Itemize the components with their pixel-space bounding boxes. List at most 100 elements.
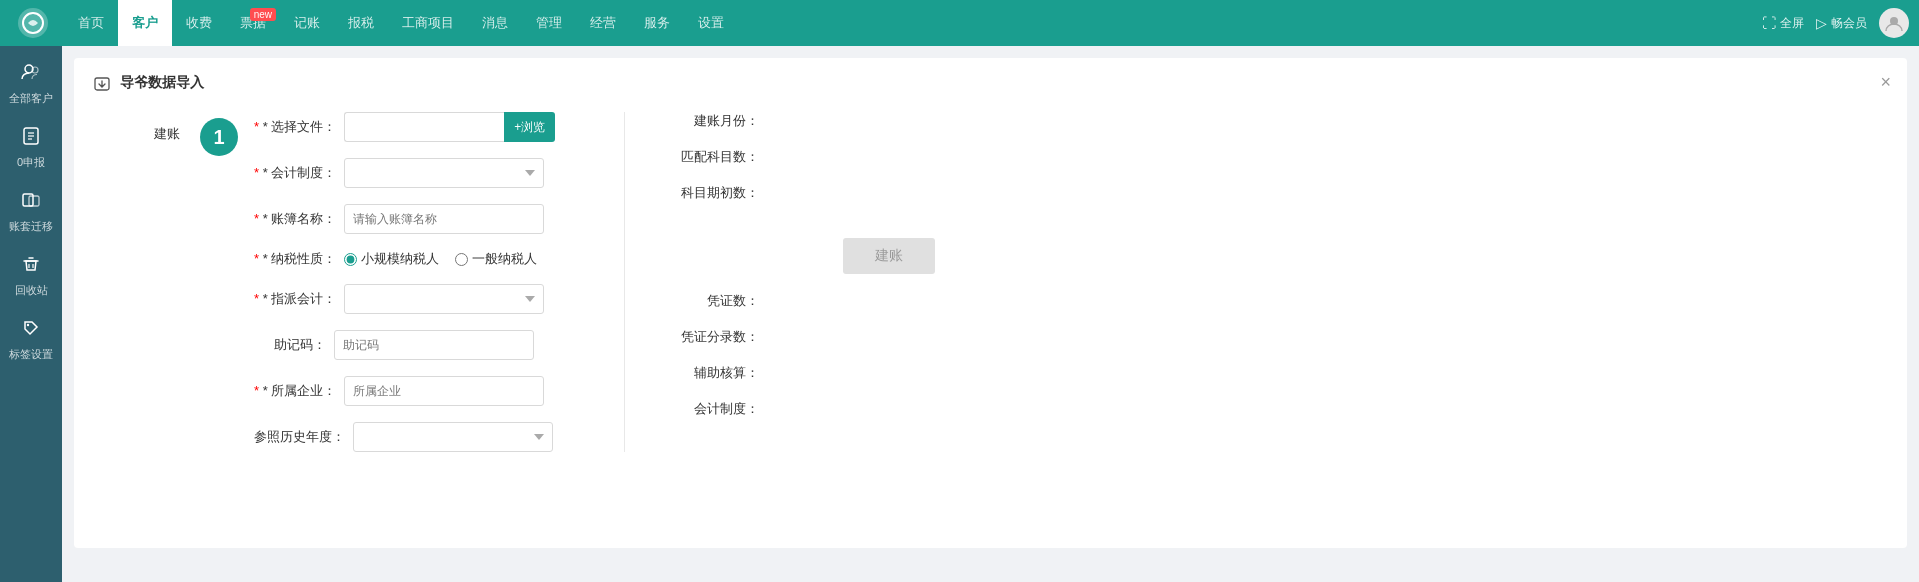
tax-option-small[interactable]: 小规模纳税人 <box>344 250 439 268</box>
memo-code-label: 助记码： <box>254 336 326 354</box>
accounting-system2-label: 会计制度： <box>675 400 759 418</box>
account-migrate-icon <box>21 190 41 215</box>
voucher-records-row: 凭证分录数： <box>675 328 955 346</box>
tax-nature-row: * * 纳税性质： 小规模纳税人 一般纳税人 <box>254 250 574 268</box>
play-icon: ▷ <box>1816 15 1827 31</box>
file-row: * * 选择文件： +浏览 <box>254 112 574 142</box>
form-left: 建账 1 * * 选择文件： +浏览 <box>154 112 574 452</box>
accountant-row: * * 指派会计： <box>254 284 574 314</box>
required-star-company: * <box>254 383 259 398</box>
svg-rect-9 <box>29 196 39 206</box>
memo-code-row: 助记码： <box>254 330 574 360</box>
subject-initial-row: 科目期初数： <box>675 184 955 202</box>
accountant-select[interactable] <box>344 284 544 314</box>
sidebar-label-tag-settings: 标签设置 <box>9 347 53 362</box>
accounting-system-select[interactable] <box>344 158 544 188</box>
form-body: 建账 1 * * 选择文件： +浏览 <box>94 112 1887 452</box>
build-account-button[interactable]: 建账 <box>843 238 935 274</box>
panel-header: 导爷数据导入 <box>94 74 1887 92</box>
sidebar-label-all-clients: 全部客户 <box>9 91 53 106</box>
nav-item-tax[interactable]: 报税 <box>334 0 388 46</box>
tag-settings-icon <box>21 318 41 343</box>
nav-items: 首页 客户 收费 票据 new 记账 报税 工商项目 消息 管理 经营 服务 设… <box>64 0 1762 46</box>
company-input[interactable] <box>344 376 544 406</box>
browse-button[interactable]: +浏览 <box>504 112 555 142</box>
memo-code-input[interactable] <box>334 330 534 360</box>
form-right: 建账月份： 匹配科目数： 科目期初数： 建账 凭证 <box>675 112 955 452</box>
required-star-file: * <box>254 119 259 134</box>
file-input[interactable] <box>344 112 504 142</box>
sidebar: 全部客户 0申报 账套迁移 <box>0 46 62 582</box>
avatar[interactable] <box>1879 8 1909 38</box>
required-star-tax: * <box>254 251 259 266</box>
file-label: * * 选择文件： <box>254 118 336 136</box>
history-year-label: 参照历史年度： <box>254 428 345 446</box>
all-clients-icon <box>21 62 41 87</box>
subject-initial-label: 科目期初数： <box>675 184 759 202</box>
divider <box>624 112 625 452</box>
import-panel: 导爷数据导入 × 建账 1 * * 选择文件： <box>74 58 1907 548</box>
step-label: 建账 <box>154 125 180 143</box>
build-month-label: 建账月份： <box>675 112 759 130</box>
main-layout: 全部客户 0申报 账套迁移 <box>0 46 1919 582</box>
logo-icon <box>18 8 48 38</box>
voucher-count-label: 凭证数： <box>675 292 759 310</box>
history-year-row: 参照历史年度： <box>254 422 574 452</box>
sidebar-item-tag-settings[interactable]: 标签设置 <box>2 310 60 370</box>
nav-item-operation[interactable]: 经营 <box>576 0 630 46</box>
nav-item-fee[interactable]: 收费 <box>172 0 226 46</box>
sidebar-item-account-migrate[interactable]: 账套迁移 <box>2 182 60 242</box>
accounting-system-row: * * 会计制度： <box>254 158 574 188</box>
tax-option-general[interactable]: 一般纳税人 <box>455 250 537 268</box>
step-badge: 1 <box>200 118 238 156</box>
ledger-name-row: * * 账簿名称： <box>254 204 574 234</box>
sidebar-item-recycle[interactable]: 回收站 <box>2 246 60 306</box>
tax-radio-general[interactable] <box>455 253 468 266</box>
sidebar-label-account-migrate: 账套迁移 <box>9 219 53 234</box>
accounting-system2-row: 会计制度： <box>675 400 955 418</box>
required-star-acc2: * <box>254 291 259 306</box>
required-star-ledger: * <box>254 211 259 226</box>
ledger-name-label: * * 账簿名称： <box>254 210 336 228</box>
sidebar-item-all-clients[interactable]: 全部客户 <box>2 54 60 114</box>
nav-item-invoice[interactable]: 票据 new <box>226 0 280 46</box>
panel-title: 导爷数据导入 <box>120 74 204 92</box>
form-fields: * * 选择文件： +浏览 * * 会计 <box>254 112 574 452</box>
nav-item-management[interactable]: 管理 <box>522 0 576 46</box>
match-subject-label: 匹配科目数： <box>675 148 759 166</box>
new-badge: new <box>250 8 276 21</box>
sidebar-label-recycle: 回收站 <box>15 283 48 298</box>
aux-account-row: 辅助核算： <box>675 364 955 382</box>
voucher-count-row: 凭证数： <box>675 292 955 310</box>
zero-declare-icon <box>21 126 41 151</box>
sidebar-label-zero-declare: 0申报 <box>17 155 45 170</box>
ledger-name-input[interactable] <box>344 204 544 234</box>
logo-area[interactable] <box>10 0 56 46</box>
nav-item-message[interactable]: 消息 <box>468 0 522 46</box>
file-input-group: +浏览 <box>344 112 555 142</box>
match-subject-row: 匹配科目数： <box>675 148 955 166</box>
membership-btn[interactable]: ▷ 畅会员 <box>1816 15 1867 32</box>
required-star-acc: * <box>254 165 259 180</box>
accountant-label: * * 指派会计： <box>254 290 336 308</box>
nav-item-home[interactable]: 首页 <box>64 0 118 46</box>
voucher-records-label: 凭证分录数： <box>675 328 759 346</box>
tax-radio-small[interactable] <box>344 253 357 266</box>
build-month-row: 建账月份： <box>675 112 955 130</box>
nav-item-service[interactable]: 服务 <box>630 0 684 46</box>
history-year-select[interactable] <box>353 422 553 452</box>
accounting-system-label: * * 会计制度： <box>254 164 336 182</box>
nav-item-bookkeeping[interactable]: 记账 <box>280 0 334 46</box>
content-area: 导爷数据导入 × 建账 1 * * 选择文件： <box>62 46 1919 582</box>
fullscreen-btn[interactable]: ⛶ 全屏 <box>1762 15 1804 32</box>
nav-item-business[interactable]: 工商项目 <box>388 0 468 46</box>
close-button[interactable]: × <box>1880 72 1891 93</box>
fullscreen-icon: ⛶ <box>1762 15 1776 31</box>
sidebar-item-zero-declare[interactable]: 0申报 <box>2 118 60 178</box>
recycle-icon <box>21 254 41 279</box>
nav-item-settings[interactable]: 设置 <box>684 0 738 46</box>
svg-point-13 <box>27 324 29 326</box>
company-row: * * 所属企业： <box>254 376 574 406</box>
nav-item-client[interactable]: 客户 <box>118 0 172 46</box>
import-icon <box>94 74 112 91</box>
